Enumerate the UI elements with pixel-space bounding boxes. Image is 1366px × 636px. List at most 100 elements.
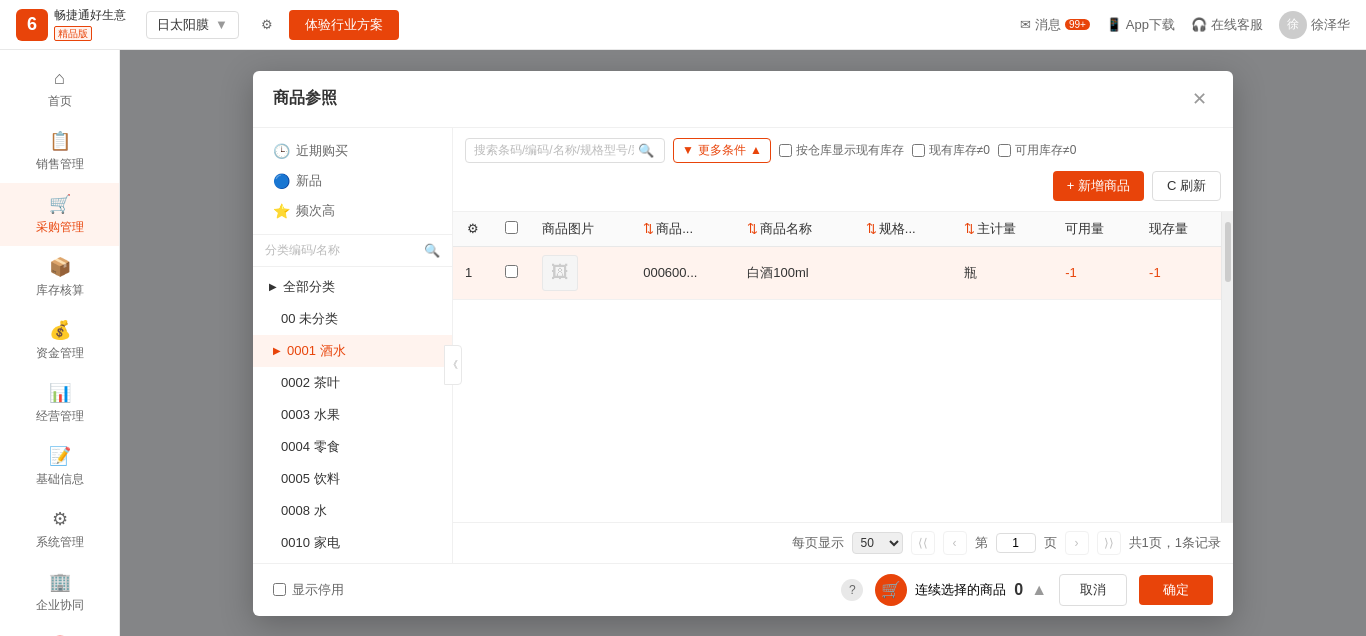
show-disabled-toggle[interactable]: 显示停用: [273, 581, 344, 599]
confirm-button[interactable]: 确定: [1139, 575, 1213, 605]
col-unit[interactable]: ⇅主计量: [952, 212, 1053, 247]
messages-btn[interactable]: ✉ 消息 99+: [1020, 16, 1090, 34]
sort-icon: ⇅: [964, 221, 975, 236]
category-item-0003[interactable]: 0003 水果: [253, 399, 452, 431]
category-item-0008[interactable]: 0008 水: [253, 495, 452, 527]
sidebar-item-label: 首页: [48, 93, 72, 110]
category-item-0002[interactable]: 0002 茶叶: [253, 367, 452, 399]
row-spec: [854, 246, 952, 299]
page-number-input[interactable]: [996, 533, 1036, 553]
finance-icon: 💰: [49, 319, 71, 341]
select-all-checkbox[interactable]: [505, 221, 518, 234]
quick-filters: 🕒 近期购买 🔵 新品 ⭐ 频次高: [253, 128, 452, 235]
cancel-button[interactable]: 取消: [1059, 574, 1127, 606]
row-checkbox[interactable]: [505, 265, 518, 278]
chevron-down-icon: ▼: [215, 17, 228, 32]
filter-stock[interactable]: 现有库存≠0: [912, 142, 990, 159]
modal-close-button[interactable]: ✕: [1185, 85, 1213, 113]
footer-right: ? 🛒 连续选择的商品 0 ▲ 取消 确定: [841, 574, 1213, 606]
logo-icon: 6: [16, 9, 48, 41]
next-page-button[interactable]: ›: [1065, 531, 1089, 555]
sidebar-item-basic[interactable]: 📝 基础信息: [0, 435, 119, 498]
show-disabled-checkbox[interactable]: [273, 583, 286, 596]
row-stock: -1: [1137, 246, 1221, 299]
help-button[interactable]: ?: [841, 579, 863, 601]
col-spec[interactable]: ⇅规格...: [854, 212, 952, 247]
filter-warehouse[interactable]: 按仓库显示现有库存: [779, 142, 904, 159]
phone-icon: 📱: [1106, 17, 1122, 32]
nav-selector[interactable]: 日太阳膜 ▼: [146, 11, 239, 39]
user-btn[interactable]: 徐 徐泽华: [1279, 11, 1350, 39]
app-download-btn[interactable]: 📱 App下载: [1106, 16, 1175, 34]
filter-available[interactable]: 可用库存≠0: [998, 142, 1076, 159]
filter-more-button[interactable]: ▼ 更多条件 ▲: [673, 138, 771, 163]
table-row[interactable]: 1 🖼 000600...: [453, 246, 1221, 299]
quick-filter-new[interactable]: 🔵 新品: [265, 166, 440, 196]
row-check[interactable]: [493, 246, 530, 299]
row-name: 白酒100ml: [735, 246, 853, 299]
purchase-icon: 🛒: [49, 193, 71, 215]
quick-filter-frequent[interactable]: ⭐ 频次高: [265, 196, 440, 226]
experience-btn[interactable]: 体验行业方案: [289, 10, 399, 40]
category-item-0005[interactable]: 0005 饮料: [253, 463, 452, 495]
sidebar-item-home[interactable]: ⌂ 首页: [0, 58, 119, 120]
sort-icon: ⇅: [643, 221, 654, 236]
page-size-select[interactable]: 20 50 100: [852, 532, 903, 554]
filter-warehouse-label: 按仓库显示现有库存: [796, 142, 904, 159]
nav-selector-label: 日太阳膜: [157, 16, 209, 34]
filter-available-checkbox[interactable]: [998, 144, 1011, 157]
filter-stock-checkbox[interactable]: [912, 144, 925, 157]
cart-label: 连续选择的商品: [915, 581, 1006, 599]
filter-warehouse-checkbox[interactable]: [779, 144, 792, 157]
cart-icon[interactable]: 🛒: [875, 574, 907, 606]
quick-filter-recent[interactable]: 🕒 近期购买: [265, 136, 440, 166]
sidebar-item-label: 销售管理: [36, 156, 84, 173]
sidebar-item-inventory[interactable]: 📦 库存核算: [0, 246, 119, 309]
sidebar-item-enterprise[interactable]: 🏢 企业协同: [0, 561, 119, 624]
sidebar-item-sales[interactable]: 📋 销售管理: [0, 120, 119, 183]
category-item-all[interactable]: ▶ 全部分类: [253, 271, 452, 303]
collapse-cart-button[interactable]: ▲: [1031, 581, 1047, 599]
refresh-button[interactable]: C 刷新: [1152, 171, 1221, 201]
basic-icon: 📝: [49, 445, 71, 467]
category-item-0010[interactable]: 0010 家电: [253, 527, 452, 559]
online-service-btn[interactable]: 🎧 在线客服: [1191, 16, 1263, 34]
sidebar-item-guide[interactable]: 🎯 新手引导: [0, 624, 119, 636]
prev-page-button[interactable]: ‹: [943, 531, 967, 555]
col-settings[interactable]: ⚙: [453, 212, 493, 247]
add-product-button[interactable]: + 新增商品: [1053, 171, 1144, 201]
first-page-button[interactable]: ⟨⟨: [911, 531, 935, 555]
scrollbar[interactable]: [1221, 212, 1233, 522]
product-search-input[interactable]: [474, 143, 634, 157]
username-label: 徐泽华: [1311, 16, 1350, 34]
category-search-input[interactable]: [265, 243, 418, 257]
sidebar-item-system[interactable]: ⚙ 系统管理: [0, 498, 119, 561]
sidebar-item-business[interactable]: 📊 经营管理: [0, 372, 119, 435]
category-label: 0005 饮料: [281, 470, 340, 488]
sales-icon: 📋: [49, 130, 71, 152]
modal-title: 商品参照: [273, 88, 337, 109]
page-size-label: 每页显示: [792, 534, 844, 552]
last-page-button[interactable]: ⟩⟩: [1097, 531, 1121, 555]
category-item-0001[interactable]: ▶ 0001 酒水: [253, 335, 452, 367]
settings-button[interactable]: ⚙: [251, 9, 283, 41]
messages-badge: 99+: [1065, 19, 1090, 30]
sidebar-item-label: 资金管理: [36, 345, 84, 362]
sidebar-item-label: 经营管理: [36, 408, 84, 425]
row-img: 🖼: [530, 246, 631, 299]
category-search-icon[interactable]: 🔍: [424, 243, 440, 258]
col-code[interactable]: ⇅商品...: [631, 212, 735, 247]
category-label: 0003 水果: [281, 406, 340, 424]
main-layout: ⌂ 首页 📋 销售管理 🛒 采购管理 📦 库存核算 💰 资金管理 📊 经营管理 …: [0, 50, 1366, 636]
system-icon: ⚙: [52, 508, 68, 530]
col-name[interactable]: ⇅商品名称: [735, 212, 853, 247]
row-available: -1: [1053, 246, 1137, 299]
col-stock: 现存量: [1137, 212, 1221, 247]
category-item-0004[interactable]: 0004 零食: [253, 431, 452, 463]
category-item-00[interactable]: 00 未分类: [253, 303, 452, 335]
sidebar-item-purchase[interactable]: 🛒 采购管理: [0, 183, 119, 246]
search-icon[interactable]: 🔍: [638, 143, 654, 158]
sidebar-item-finance[interactable]: 💰 资金管理: [0, 309, 119, 372]
quick-filter-new-label: 新品: [296, 172, 322, 190]
collapse-panel-button[interactable]: 《: [444, 345, 462, 385]
